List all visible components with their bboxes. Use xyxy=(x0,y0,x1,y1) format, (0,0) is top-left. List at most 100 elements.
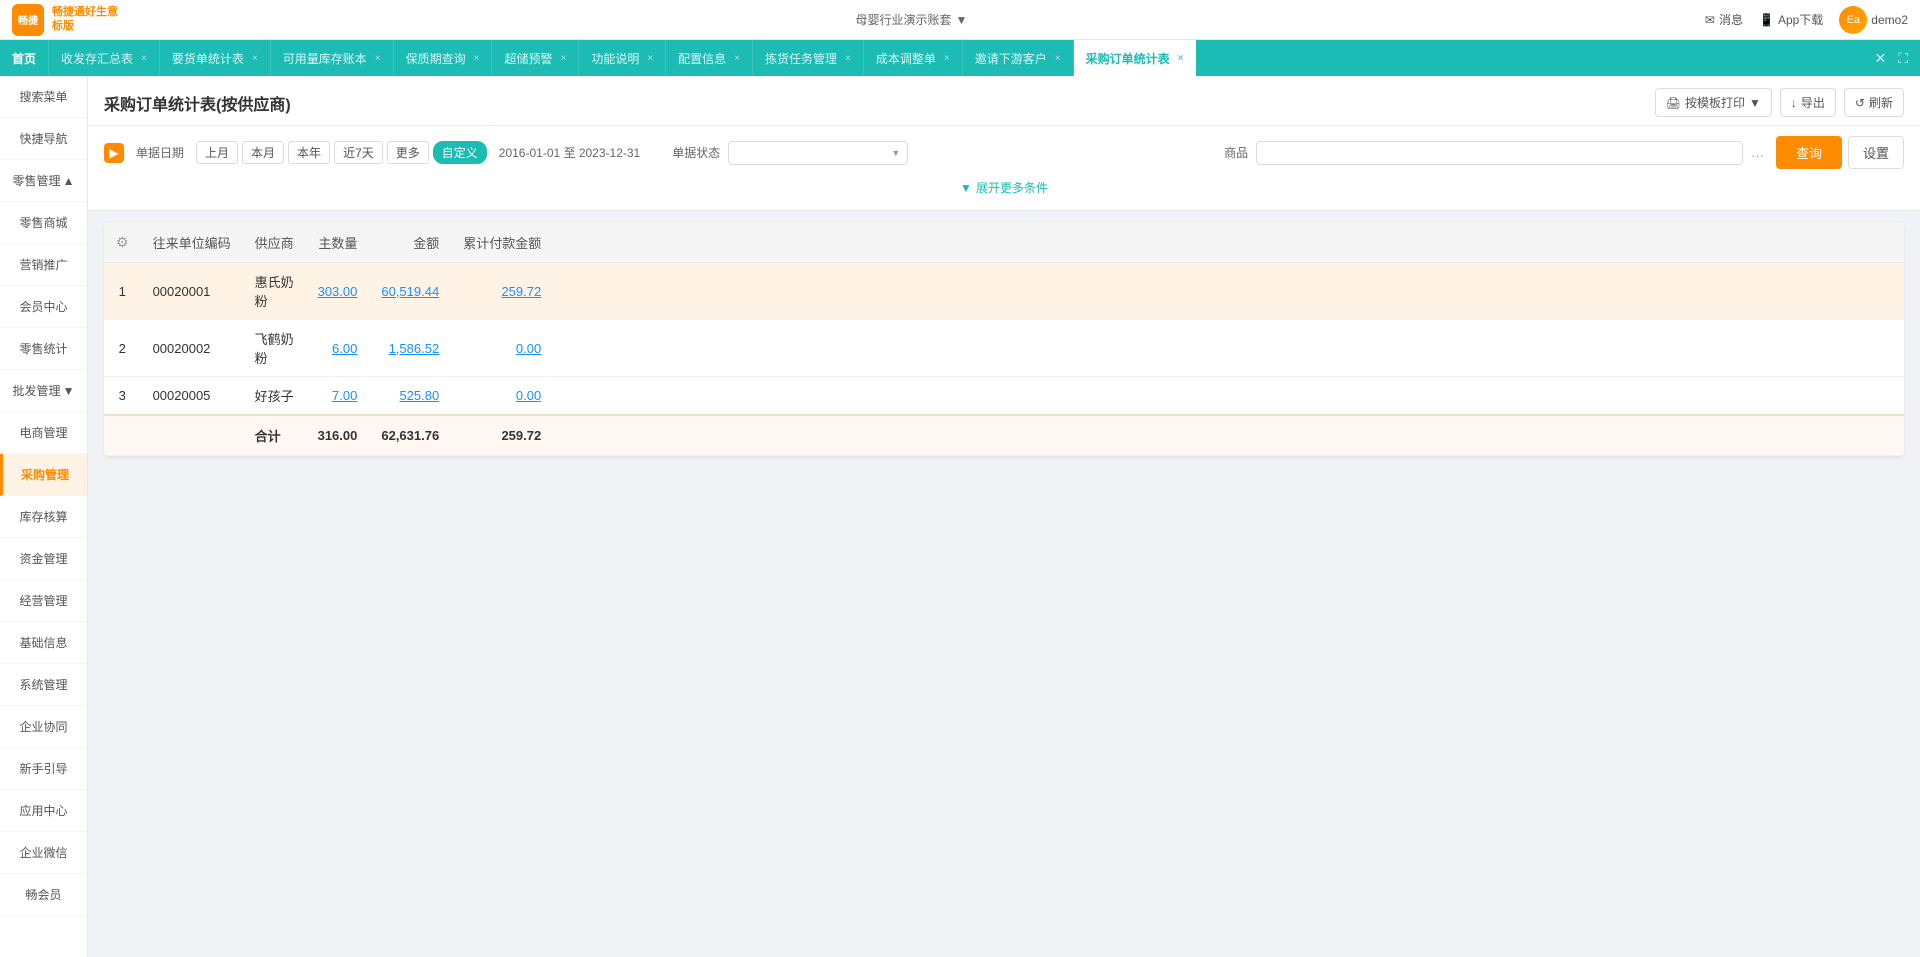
tab-overstock[interactable]: 超储预警 × xyxy=(492,40,579,76)
tab-home[interactable]: 首页 xyxy=(0,40,49,76)
row-extra xyxy=(553,263,1904,320)
date-btn-this-month[interactable]: 本月 xyxy=(242,141,284,164)
tab-close-expiry-query[interactable]: × xyxy=(474,53,480,64)
col-settings: ⚙ xyxy=(104,223,141,263)
tab-close-pick-task[interactable]: × xyxy=(845,53,851,64)
export-btn[interactable]: ↓ 导出 xyxy=(1780,88,1836,117)
tab-close-order-summary[interactable]: × xyxy=(252,53,258,64)
sidebar-item-wholesale-mgmt[interactable]: 批发管理 ▼ xyxy=(0,370,87,412)
date-btn-custom[interactable]: 自定义 xyxy=(433,141,487,164)
table-row[interactable]: 2 00020002 飞鹤奶粉 6.00 1,586.52 0.00 xyxy=(104,320,1904,377)
top-right-actions: ✉ 消息 📱 App下载 Ea demo2 xyxy=(1705,6,1908,34)
col-supplier: 供应商 xyxy=(243,223,306,263)
template-print-btn[interactable]: 🖨 按模板打印 ▼ xyxy=(1655,88,1772,117)
sidebar-item-quick-nav[interactable]: 快捷导航 xyxy=(0,118,87,160)
tab-close-purchase-summary[interactable]: × xyxy=(1178,53,1184,64)
sidebar-item-members[interactable]: 会员中心 xyxy=(0,286,87,328)
row-amount: 1,586.52 xyxy=(369,320,451,377)
sidebar-item-marketing[interactable]: 营销推广 xyxy=(0,244,87,286)
tab-close-receive-summary[interactable]: × xyxy=(141,53,147,64)
footer-main-qty: 316.00 xyxy=(306,415,370,456)
tab-purchase-summary[interactable]: 采购订单统计表 × xyxy=(1074,40,1197,76)
tab-close-function-guide[interactable]: × xyxy=(647,53,653,64)
sidebar-item-purchase-mgmt[interactable]: 采购管理 xyxy=(0,454,87,496)
sidebar-item-app-center[interactable]: 应用中心 xyxy=(0,790,87,832)
workspace-selector[interactable]: 母婴行业演示账套 ▼ xyxy=(856,11,968,28)
goods-label: 商品 xyxy=(1224,144,1248,161)
tab-close-cost-adjust[interactable]: × xyxy=(944,53,950,64)
date-btn-this-year[interactable]: 本年 xyxy=(288,141,330,164)
workspace-arrow: ▼ xyxy=(956,13,968,27)
tab-available-stock[interactable]: 可用量库存账本 × xyxy=(271,40,394,76)
settings-btn[interactable]: 设置 xyxy=(1848,136,1904,169)
tab-config-info[interactable]: 配置信息 × xyxy=(666,40,753,76)
nav-tabs-bar: 首页 收发存汇总表 × 要货单统计表 × 可用量库存账本 × 保质期查询 × 超… xyxy=(0,40,1920,76)
status-select[interactable] xyxy=(728,141,908,165)
date-btn-7days[interactable]: 近7天 xyxy=(334,141,383,164)
tab-receive-summary[interactable]: 收发存汇总表 × xyxy=(49,40,160,76)
filter-goods: 商品 … xyxy=(1224,141,1764,165)
user-profile[interactable]: Ea demo2 xyxy=(1839,6,1908,34)
wholesale-arrow: ▼ xyxy=(63,384,75,398)
tab-close-invite-downstream[interactable]: × xyxy=(1055,53,1061,64)
sidebar-item-corp-collab[interactable]: 企业协同 xyxy=(0,706,87,748)
template-arrow: ▼ xyxy=(1749,96,1761,110)
sidebar-item-basic-info[interactable]: 基础信息 xyxy=(0,622,87,664)
col-amount: 金额 xyxy=(369,223,451,263)
page-header-actions: 🖨 按模板打印 ▼ ↓ 导出 ↺ 刷新 xyxy=(1655,88,1904,117)
query-btn[interactable]: 查询 xyxy=(1776,136,1842,169)
sidebar-item-retail-stats[interactable]: 零售统计 xyxy=(0,328,87,370)
row-amount: 60,519.44 xyxy=(369,263,451,320)
goods-input[interactable] xyxy=(1256,141,1743,165)
sidebar-item-new-guide[interactable]: 新手引导 xyxy=(0,748,87,790)
sidebar-item-ecommerce[interactable]: 电商管理 xyxy=(0,412,87,454)
sidebar-item-search[interactable]: 搜索菜单 xyxy=(0,76,87,118)
tab-close-available-stock[interactable]: × xyxy=(375,53,381,64)
sidebar-item-retail-mgmt[interactable]: 零售管理 ▲ xyxy=(0,160,87,202)
data-table: ⚙ 往来单位编码 供应商 主数量 金额 xyxy=(104,223,1904,456)
tab-maximize-btn[interactable]: ⛶ xyxy=(1894,48,1912,69)
col-main-qty: 主数量 xyxy=(306,223,370,263)
date-btn-last-month[interactable]: 上月 xyxy=(196,141,238,164)
tab-close-config-info[interactable]: × xyxy=(734,53,740,64)
tab-order-summary[interactable]: 要货单统计表 × xyxy=(160,40,271,76)
sidebar-item-inventory[interactable]: 库存核算 xyxy=(0,496,87,538)
footer-amount: 62,631.76 xyxy=(369,415,451,456)
query-actions: 查询 设置 xyxy=(1776,136,1904,169)
refresh-btn[interactable]: ↺ 刷新 xyxy=(1844,88,1904,117)
date-label: 单据日期 xyxy=(136,144,184,161)
expand-more-btn[interactable]: ▼ 展开更多条件 xyxy=(104,175,1904,200)
tab-invite-downstream[interactable]: 邀请下游客户 × xyxy=(963,40,1074,76)
tab-expiry-query[interactable]: 保质期查询 × xyxy=(394,40,493,76)
printer-icon: 🖨 xyxy=(1666,96,1681,110)
sidebar-item-corp-wechat[interactable]: 企业微信 xyxy=(0,832,87,874)
goods-more-btn[interactable]: … xyxy=(1751,145,1764,160)
tab-cost-adjust[interactable]: 成本调整单 × xyxy=(864,40,963,76)
footer-label: 合计 xyxy=(243,415,306,456)
table-row[interactable]: 1 00020001 惠氏奶粉 303.00 60,519.44 259.72 xyxy=(104,263,1904,320)
date-btn-more[interactable]: 更多 xyxy=(387,141,429,164)
tab-pick-task[interactable]: 拣货任务管理 × xyxy=(753,40,864,76)
tab-close-all-btn[interactable]: ✕ xyxy=(1870,48,1890,69)
sidebar-item-operations[interactable]: 经营管理 xyxy=(0,580,87,622)
top-bar: 畅捷 畅捷通好生意 标版 母婴行业演示账套 ▼ ✉ 消息 📱 App下载 Ea … xyxy=(0,0,1920,40)
settings-icon[interactable]: ⚙ xyxy=(116,234,129,250)
message-btn[interactable]: ✉ 消息 xyxy=(1705,11,1743,28)
sidebar-item-retail-mall[interactable]: 零售商城 xyxy=(0,202,87,244)
tab-function-guide[interactable]: 功能说明 × xyxy=(579,40,666,76)
status-label: 单据状态 xyxy=(672,144,720,161)
avatar: Ea xyxy=(1839,6,1867,34)
row-supplier: 飞鹤奶粉 xyxy=(243,320,306,377)
table-body: 1 00020001 惠氏奶粉 303.00 60,519.44 259.72 … xyxy=(104,263,1904,416)
logo-area: 畅捷 畅捷通好生意 标版 xyxy=(12,4,118,36)
app-download-btn[interactable]: 📱 App下载 xyxy=(1759,11,1823,28)
filter-toggle-btn[interactable]: ▶ xyxy=(104,143,124,163)
filter-row-1: ▶ 单据日期 上月 本月 本年 近7天 更多 自定义 2016-01-01 至 … xyxy=(104,136,1904,169)
sidebar-item-finance[interactable]: 资金管理 xyxy=(0,538,87,580)
logo-icon: 畅捷 xyxy=(12,4,44,36)
table-row[interactable]: 3 00020005 好孩子 7.00 525.80 0.00 xyxy=(104,377,1904,416)
sidebar-item-vip[interactable]: 畅会员 xyxy=(0,874,87,916)
message-icon: ✉ xyxy=(1705,13,1715,27)
tab-close-overstock[interactable]: × xyxy=(560,53,566,64)
sidebar-item-system[interactable]: 系统管理 xyxy=(0,664,87,706)
